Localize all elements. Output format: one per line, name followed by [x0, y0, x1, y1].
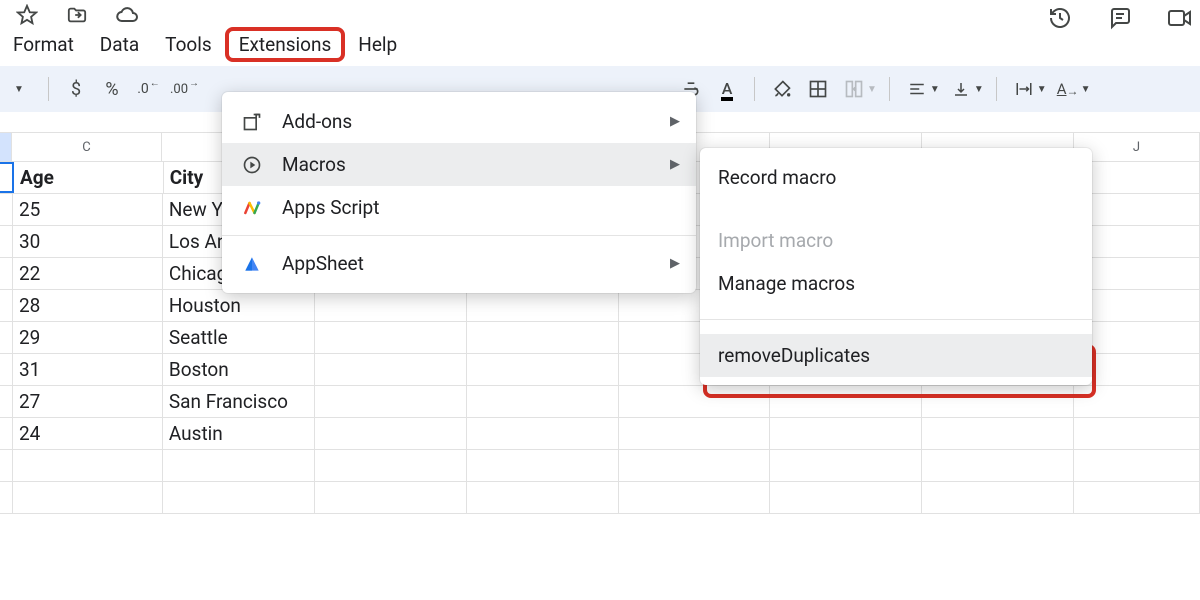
cell-age[interactable]: 27	[13, 386, 163, 417]
fill-color-button[interactable]	[767, 74, 797, 104]
col-header-c[interactable]: C	[12, 133, 162, 161]
percent-button[interactable]: %	[97, 74, 127, 104]
text-wrap-button[interactable]	[1009, 74, 1039, 104]
cell-city[interactable]: San Francisco	[163, 386, 315, 417]
submenu-manage-macros-label: Manage macros	[718, 272, 855, 295]
header-age[interactable]: Age	[14, 162, 164, 193]
menu-appsheet[interactable]: AppSheet ▶	[222, 242, 696, 285]
star-icon[interactable]	[14, 2, 40, 28]
cell-age[interactable]: 28	[13, 290, 163, 321]
text-color-button[interactable]: A	[712, 74, 742, 104]
text-rotation-button[interactable]: A→	[1053, 74, 1083, 104]
cell-age[interactable]: 29	[13, 322, 163, 353]
menu-macros[interactable]: Macros ▶	[222, 143, 696, 186]
move-file-icon[interactable]	[64, 2, 90, 28]
cell-city[interactable]: Austin	[163, 418, 315, 449]
cell-city[interactable]: Boston	[163, 354, 315, 385]
vertical-align-button[interactable]	[946, 74, 976, 104]
menu-macros-label: Macros	[282, 153, 346, 176]
chevron-right-icon: ▶	[670, 157, 680, 172]
chevron-right-icon: ▶	[670, 256, 680, 271]
col-header-j[interactable]: J	[1074, 133, 1200, 161]
menu-apps-script-label: Apps Script	[282, 196, 379, 219]
merge-cells-button[interactable]	[839, 74, 869, 104]
cell-city[interactable]: Houston	[163, 290, 315, 321]
submenu-remove-duplicates[interactable]: removeDuplicates	[700, 334, 1092, 377]
submenu-import-macro: Import macro	[700, 219, 1092, 262]
cell-age[interactable]: 30	[13, 226, 163, 257]
menu-appsheet-label: AppSheet	[282, 252, 364, 275]
cell-city[interactable]: Seattle	[163, 322, 315, 353]
borders-button[interactable]	[803, 74, 833, 104]
cell-age[interactable]: 24	[13, 418, 163, 449]
menu-data[interactable]: Data	[87, 29, 152, 60]
currency-button[interactable]: $	[61, 74, 91, 104]
menu-extensions[interactable]: Extensions	[225, 27, 346, 62]
cell-age[interactable]: 25	[13, 194, 163, 225]
submenu-record-macro-label: Record macro	[718, 166, 836, 189]
macros-submenu: Record macro Import macro Manage macros …	[700, 148, 1092, 385]
apps-script-icon	[240, 198, 264, 218]
history-icon[interactable]	[1046, 4, 1074, 32]
cell-age[interactable]: 31	[13, 354, 163, 385]
submenu-manage-macros[interactable]: Manage macros	[700, 262, 1092, 305]
more-formats-dropdown[interactable]: ▼	[6, 74, 36, 104]
menu-apps-script[interactable]: Apps Script	[222, 186, 696, 229]
increase-decimals-button[interactable]: .00→	[169, 74, 199, 104]
menu-format[interactable]: Format	[0, 29, 87, 60]
menubar: Format Data Tools Extensions Help	[0, 26, 1200, 66]
submenu-record-macro[interactable]: Record macro	[700, 156, 1092, 199]
menu-addons[interactable]: Add-ons ▶	[222, 100, 696, 143]
extensions-dropdown: Add-ons ▶ Macros ▶ Apps Script AppSheet …	[222, 92, 696, 293]
menu-tools[interactable]: Tools	[152, 29, 225, 60]
chevron-right-icon: ▶	[670, 114, 680, 129]
appsheet-icon	[240, 254, 264, 274]
cloud-status-icon[interactable]	[114, 2, 140, 28]
menu-addons-label: Add-ons	[282, 110, 352, 133]
addons-icon	[240, 112, 264, 132]
menu-help[interactable]: Help	[345, 29, 410, 60]
decrease-decimals-button[interactable]: .0←	[133, 74, 163, 104]
comment-icon[interactable]	[1106, 4, 1134, 32]
horizontal-align-button[interactable]	[902, 74, 932, 104]
cell-age[interactable]: 22	[13, 258, 163, 289]
meet-icon[interactable]	[1166, 4, 1194, 32]
record-icon	[240, 155, 264, 175]
submenu-remove-duplicates-label: removeDuplicates	[718, 344, 870, 367]
submenu-import-macro-label: Import macro	[718, 229, 833, 252]
